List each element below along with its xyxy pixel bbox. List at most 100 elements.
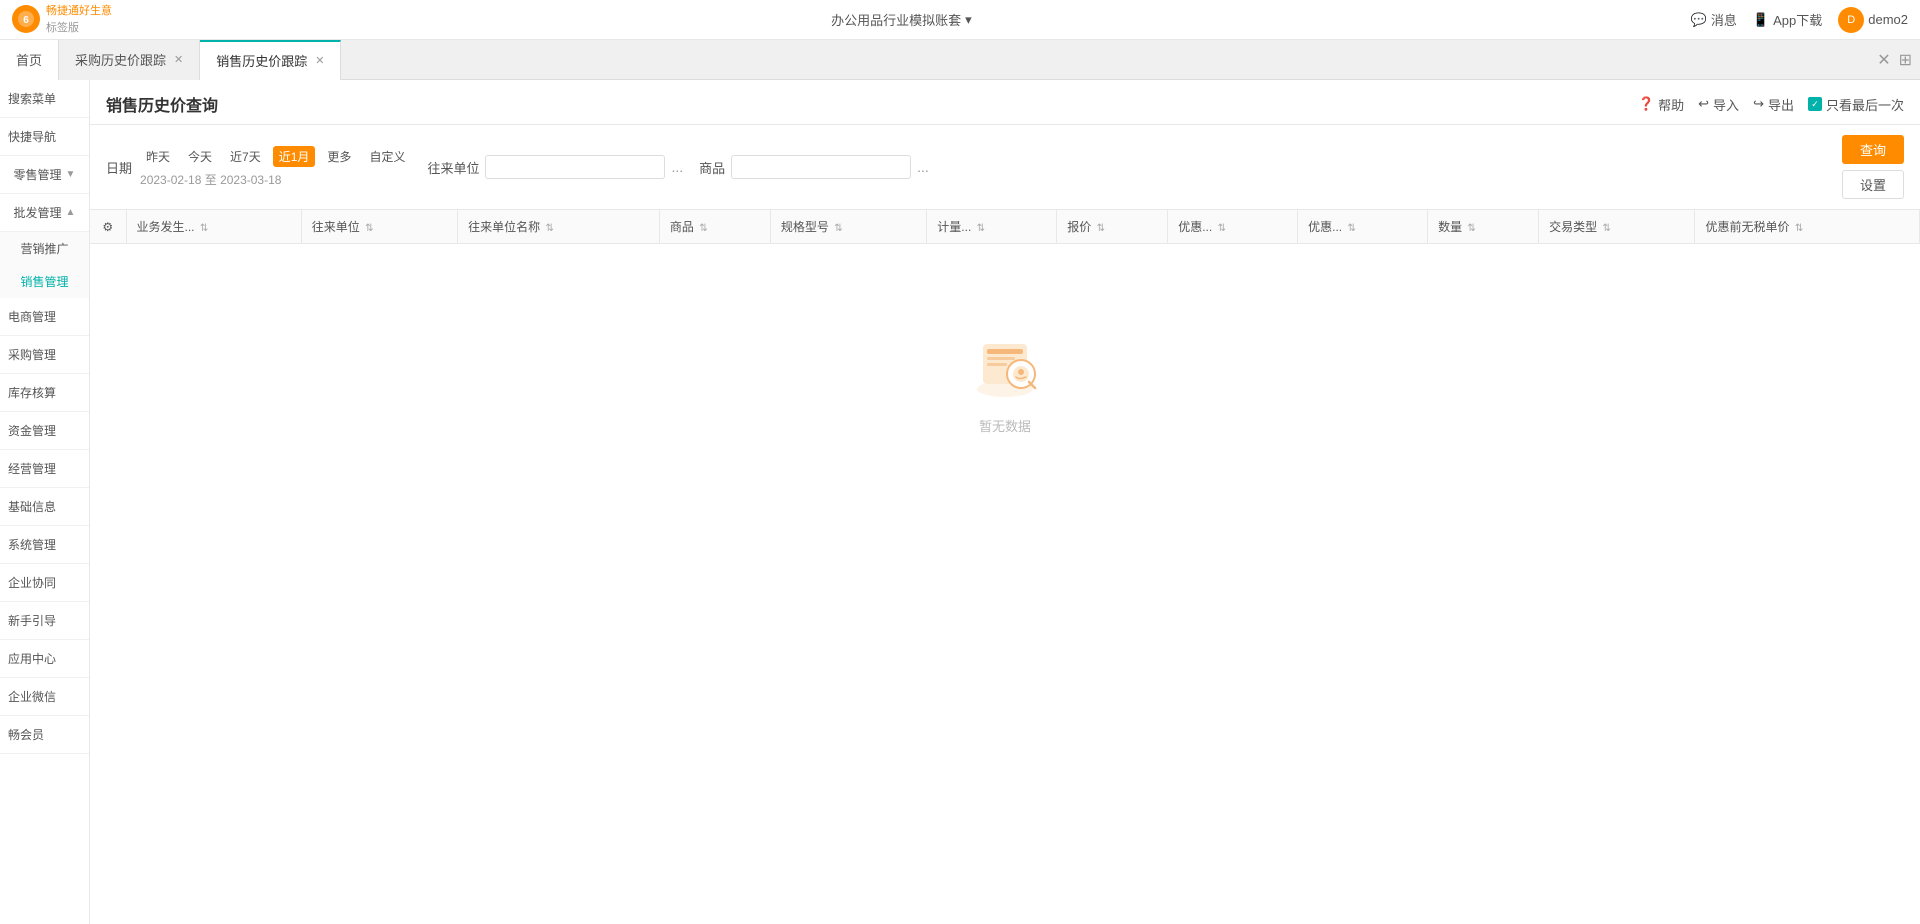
logo-area: 6 畅捷通好生意 标签版 — [12, 4, 112, 34]
svg-text:6: 6 — [23, 15, 29, 26]
th-partner-code[interactable]: 往来单位 ⇅ — [301, 210, 457, 244]
sidebar-item-basic-info[interactable]: 基础信息 — [0, 488, 89, 526]
user-area[interactable]: D demo2 — [1838, 7, 1908, 33]
partner-dots[interactable]: ... — [671, 159, 683, 175]
sidebar-item-app-center[interactable]: 应用中心 — [0, 640, 89, 678]
th-unit[interactable]: 计量... ⇅ — [927, 210, 1057, 244]
sidebar-item-vip-member[interactable]: 畅会员 — [0, 716, 89, 754]
date-opt-last7[interactable]: 近7天 — [224, 146, 267, 167]
sidebar-label-ecom-mgmt: 电商管理 — [8, 308, 56, 325]
filter-bar: 日期 昨天 今天 近7天 近1月 更多 自定义 2023-02-18 至 202… — [90, 125, 1920, 210]
wholesale-arrow-icon: ▲ — [66, 207, 76, 218]
sidebar-item-finance-mgmt[interactable]: 资金管理 — [0, 412, 89, 450]
logo-text: 畅捷通好生意 标签版 — [46, 4, 112, 34]
date-options: 昨天 今天 近7天 近1月 更多 自定义 2023-02-18 至 2023-0… — [140, 146, 411, 188]
sidebar-item-ecom-mgmt[interactable]: 电商管理 — [0, 298, 89, 336]
tab-maximize-icon[interactable]: ⊞ — [1899, 50, 1912, 70]
tab-home[interactable]: 首页 — [0, 40, 59, 80]
tab-purchase-close[interactable]: ✕ — [174, 53, 183, 66]
dropdown-icon: ▾ — [965, 12, 972, 28]
top-right: 💬 消息 📱 App下载 D demo2 — [1691, 7, 1908, 33]
sidebar-label-finance-mgmt: 资金管理 — [8, 422, 56, 439]
tab-sales-history[interactable]: 销售历史价跟踪 ✕ — [200, 40, 341, 80]
only-last-checkbox[interactable]: ✓ — [1808, 97, 1822, 111]
th-quote-price[interactable]: 报价 ⇅ — [1057, 210, 1168, 244]
sidebar-label-purchase-mgmt: 采购管理 — [8, 346, 56, 363]
sort-icon-partner-code: ⇅ — [365, 223, 373, 234]
goods-filter-group: 商品 ... — [699, 155, 929, 179]
checkbox-check-icon: ✓ — [1811, 99, 1819, 110]
date-opt-more[interactable]: 更多 — [321, 146, 357, 167]
sidebar-item-system-mgmt[interactable]: 系统管理 — [0, 526, 89, 564]
th-goods[interactable]: 商品 ⇅ — [659, 210, 770, 244]
sidebar-item-retail-mgmt[interactable]: 零售管理 ▼ — [0, 156, 89, 194]
sidebar-item-inventory[interactable]: 库存核算 — [0, 374, 89, 412]
filter-actions: 查询 设置 — [1842, 135, 1904, 199]
table-header-row: ⚙ 业务发生... ⇅ 往来单位 ⇅ 往来单位名称 ⇅ — [90, 210, 1920, 244]
settings-button[interactable]: 设置 — [1842, 170, 1904, 199]
sort-icon-partner-name: ⇅ — [546, 223, 554, 234]
sidebar-label-vip-member: 畅会员 — [8, 726, 44, 743]
partner-input[interactable] — [485, 155, 665, 179]
sort-icon-biz-date: ⇅ — [200, 223, 208, 234]
sidebar-label-basic-info: 基础信息 — [8, 498, 56, 515]
company-name: 办公用品行业模拟账套 — [831, 10, 961, 29]
header-left: 6 畅捷通好生意 标签版 — [12, 4, 112, 34]
app-download-btn[interactable]: 📱 App下载 — [1753, 10, 1822, 29]
sidebar-item-sales-mgmt[interactable]: 销售管理 — [0, 265, 89, 298]
sidebar-item-purchase-mgmt[interactable]: 采购管理 — [0, 336, 89, 374]
date-opt-yesterday[interactable]: 昨天 — [140, 146, 176, 167]
company-selector[interactable]: 办公用品行业模拟账套 ▾ — [831, 10, 972, 29]
tab-purchase-history[interactable]: 采购历史价跟踪 ✕ — [59, 40, 200, 80]
th-discount1[interactable]: 优惠... ⇅ — [1168, 210, 1298, 244]
page-title: 销售历史价查询 — [106, 92, 218, 116]
sidebar-item-marketing[interactable]: 营销推广 — [0, 232, 89, 265]
th-trade-type[interactable]: 交易类型 ⇅ — [1539, 210, 1695, 244]
sidebar-item-quick-nav[interactable]: 快捷导航 — [0, 118, 89, 156]
message-label: 消息 — [1711, 10, 1737, 29]
th-gear[interactable]: ⚙ — [90, 210, 126, 244]
export-btn[interactable]: ↪ 导出 — [1753, 95, 1794, 114]
sidebar-label-enterprise-wechat: 企业微信 — [8, 688, 56, 705]
sidebar-item-enterprise-coop[interactable]: 企业协同 — [0, 564, 89, 602]
query-button[interactable]: 查询 — [1842, 135, 1904, 164]
top-header: 6 畅捷通好生意 标签版 办公用品行业模拟账套 ▾ 💬 消息 📱 App下载 D — [0, 0, 1920, 40]
date-opt-today[interactable]: 今天 — [182, 146, 218, 167]
th-quantity[interactable]: 数量 ⇅ — [1428, 210, 1539, 244]
help-icon: ❓ — [1638, 96, 1654, 112]
date-opt-last1m[interactable]: 近1月 — [273, 146, 316, 167]
sidebar-item-search-menu[interactable]: 搜索菜单 — [0, 80, 89, 118]
tab-close-icon[interactable]: ✕ — [1877, 50, 1890, 70]
tab-sales-close[interactable]: ✕ — [315, 54, 324, 67]
date-opt-custom[interactable]: 自定义 — [363, 146, 411, 167]
th-partner-name[interactable]: 往来单位名称 ⇅ — [458, 210, 660, 244]
sidebar-label-inventory: 库存核算 — [8, 384, 56, 401]
sidebar-label-wholesale-mgmt: 批发管理 — [14, 204, 62, 221]
avatar: D — [1838, 7, 1864, 33]
goods-dots[interactable]: ... — [917, 159, 929, 175]
sort-icon-unit: ⇅ — [977, 223, 985, 234]
th-spec[interactable]: 规格型号 ⇅ — [770, 210, 926, 244]
th-discount2[interactable]: 优惠... ⇅ — [1298, 210, 1428, 244]
partner-label: 往来单位 — [427, 158, 479, 177]
page-header: 销售历史价查询 ❓ 帮助 ↩ 导入 ↪ 导出 ✓ 只 — [90, 80, 1920, 125]
page-actions: ❓ 帮助 ↩ 导入 ↪ 导出 ✓ 只看最后一次 — [1638, 95, 1904, 114]
import-btn[interactable]: ↩ 导入 — [1698, 95, 1739, 114]
sidebar-item-wholesale-mgmt[interactable]: 批发管理 ▲ — [0, 194, 89, 232]
sidebar-item-new-guide[interactable]: 新手引导 — [0, 602, 89, 640]
goods-input[interactable] — [731, 155, 911, 179]
sort-icon-discount2: ⇅ — [1348, 223, 1356, 234]
sidebar-label-quick-nav: 快捷导航 — [8, 128, 56, 145]
sort-icon-quantity: ⇅ — [1467, 223, 1475, 234]
th-biz-date[interactable]: 业务发生... ⇅ — [126, 210, 301, 244]
only-last-checkbox-group[interactable]: ✓ 只看最后一次 — [1808, 95, 1904, 114]
avatar-text: D — [1847, 14, 1855, 26]
top-center: 办公用品行业模拟账套 ▾ — [112, 10, 1691, 29]
app-download-label: App下载 — [1773, 10, 1822, 29]
help-btn[interactable]: ❓ 帮助 — [1638, 95, 1684, 114]
th-pre-tax-price[interactable]: 优惠前无税单价 ⇅ — [1695, 210, 1920, 244]
tab-purchase-label: 采购历史价跟踪 — [75, 50, 166, 69]
sidebar-item-operation-mgmt[interactable]: 经营管理 — [0, 450, 89, 488]
message-btn[interactable]: 💬 消息 — [1691, 10, 1737, 29]
sidebar-item-enterprise-wechat[interactable]: 企业微信 — [0, 678, 89, 716]
